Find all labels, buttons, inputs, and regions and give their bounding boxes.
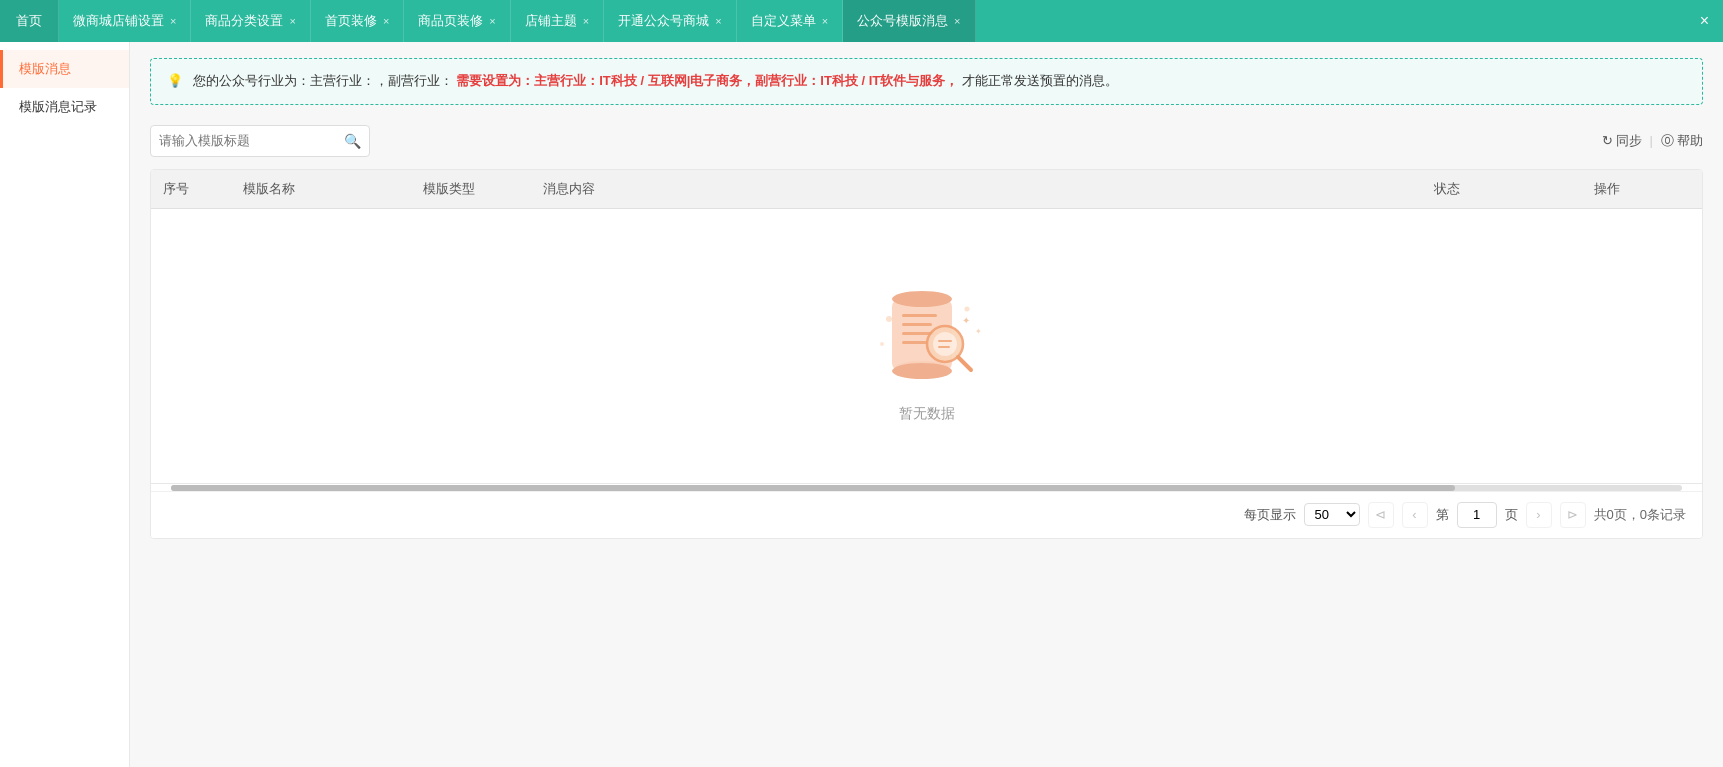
nav-tab-home-decor[interactable]: 首页装修 ×	[311, 0, 404, 42]
svg-text:✦: ✦	[975, 327, 982, 336]
search-input[interactable]	[159, 133, 344, 148]
search-icon[interactable]: 🔍	[344, 133, 361, 149]
sidebar: 模版消息 模版消息记录	[0, 42, 130, 767]
th-content: 消息内容	[531, 170, 1422, 208]
svg-rect-5	[902, 323, 932, 326]
close-theme-icon[interactable]: ×	[583, 15, 589, 27]
svg-point-15	[880, 342, 884, 346]
th-action: 操作	[1582, 170, 1702, 208]
svg-point-13	[886, 316, 892, 322]
th-index-label: 序号	[163, 181, 189, 196]
page-input[interactable]	[1457, 502, 1497, 528]
sidebar-item-template-msg-label: 模版消息	[19, 61, 71, 76]
svg-rect-7	[902, 341, 927, 344]
toolbar-right: ↻ 同步 | ⓪ 帮助	[1602, 132, 1703, 150]
scrollbar-thumb[interactable]	[171, 485, 1455, 491]
svg-point-3	[892, 363, 952, 379]
scrollbar-track[interactable]	[171, 485, 1682, 491]
table-header: 序号 模版名称 模版类型 消息内容 状态 操作	[151, 170, 1702, 209]
close-product-decor-icon[interactable]: ×	[489, 15, 495, 27]
close-all-icon: ×	[1700, 12, 1709, 30]
th-type-label: 模版类型	[423, 181, 475, 196]
th-content-label: 消息内容	[543, 181, 595, 196]
th-name-label: 模版名称	[243, 181, 295, 196]
nav-tab-product-decor[interactable]: 商品页装修 ×	[404, 0, 510, 42]
close-open-shop-icon[interactable]: ×	[715, 15, 721, 27]
first-page-button[interactable]: ⊲	[1368, 502, 1394, 528]
sidebar-item-template-msg-record[interactable]: 模版消息记录	[0, 88, 129, 126]
close-weshop-icon[interactable]: ×	[170, 15, 176, 27]
svg-point-2	[892, 291, 952, 307]
open-shop-tab-label: 开通公众号商城	[618, 12, 709, 30]
table-wrapper: 序号 模版名称 模版类型 消息内容 状态 操作	[150, 169, 1703, 539]
page-size-select[interactable]: 50 10 20 100	[1304, 503, 1360, 526]
svg-point-9	[933, 332, 957, 356]
close-template-msg-icon[interactable]: ×	[954, 15, 960, 27]
home-tab-label: 首页	[16, 12, 42, 30]
category-tab-label: 商品分类设置	[205, 12, 283, 30]
close-category-icon[interactable]: ×	[289, 15, 295, 27]
product-decor-tab-label: 商品页装修	[418, 12, 483, 30]
top-nav: 首页 微商城店铺设置 × 商品分类设置 × 首页装修 × 商品页装修 × 店铺主…	[0, 0, 1723, 42]
close-home-decor-icon[interactable]: ×	[383, 15, 389, 27]
toolbar-divider: |	[1650, 133, 1653, 148]
th-type: 模版类型	[411, 170, 531, 208]
nav-tab-open-shop[interactable]: 开通公众号商城 ×	[604, 0, 736, 42]
pagination: 每页显示 50 10 20 100 ⊲ ‹ 第 页 › ⊳ 共0页，0条记录	[151, 491, 1702, 538]
toolbar: 🔍 ↻ 同步 | ⓪ 帮助	[150, 125, 1703, 157]
nav-tab-category[interactable]: 商品分类设置 ×	[191, 0, 310, 42]
nav-tab-weshop[interactable]: 微商城店铺设置 ×	[59, 0, 191, 42]
theme-tab-label: 店铺主题	[525, 12, 577, 30]
notice-prefix-text: 您的公众号行业为：主营行业：，副营行业：	[193, 73, 453, 88]
nav-tab-custom-menu[interactable]: 自定义菜单 ×	[737, 0, 843, 42]
template-msg-tab-label: 公众号模版消息	[857, 12, 948, 30]
notice-suffix-text: 才能正常发送预置的消息。	[962, 73, 1118, 88]
th-status-label: 状态	[1434, 181, 1460, 196]
svg-line-10	[958, 357, 971, 370]
help-label: 帮助	[1677, 132, 1703, 150]
weshop-tab-label: 微商城店铺设置	[73, 12, 164, 30]
empty-illustration: ✦ ✦	[867, 269, 987, 389]
notice-box: 💡 您的公众号行业为：主营行业：，副营行业： 需要设置为：主营行业：IT科技 /…	[150, 58, 1703, 105]
page-size-label: 每页显示	[1244, 506, 1296, 524]
sync-button[interactable]: ↻ 同步	[1602, 132, 1642, 150]
help-icon: ⓪	[1661, 132, 1674, 150]
th-index: 序号	[151, 170, 231, 208]
sync-icon: ↻	[1602, 133, 1613, 148]
svg-text:✦: ✦	[962, 315, 970, 326]
empty-state: ✦ ✦ 暂无数据	[151, 209, 1702, 483]
content-area: 💡 您的公众号行业为：主营行业：，副营行业： 需要设置为：主营行业：IT科技 /…	[130, 42, 1723, 767]
custom-menu-tab-label: 自定义菜单	[751, 12, 816, 30]
prev-page-button[interactable]: ‹	[1402, 502, 1428, 528]
page-label: 第	[1436, 506, 1449, 524]
next-page-button[interactable]: ›	[1526, 502, 1552, 528]
sync-label: 同步	[1616, 132, 1642, 150]
notice-bulb-icon: 💡	[167, 73, 183, 88]
close-all-button[interactable]: ×	[1686, 0, 1723, 42]
help-button[interactable]: ⓪ 帮助	[1661, 132, 1703, 150]
notice-highlight-text: 需要设置为：主营行业：IT科技 / 互联网|电子商务，副营行业：IT科技 / I…	[456, 73, 958, 88]
search-wrapper: 🔍	[150, 125, 370, 157]
sidebar-item-template-msg[interactable]: 模版消息	[0, 50, 129, 88]
empty-text: 暂无数据	[899, 405, 955, 423]
sidebar-item-template-msg-record-label: 模版消息记录	[19, 99, 97, 114]
th-name: 模版名称	[231, 170, 411, 208]
svg-point-14	[964, 306, 969, 311]
close-custom-menu-icon[interactable]: ×	[822, 15, 828, 27]
page-total-label: 共0页，0条记录	[1594, 506, 1686, 524]
th-action-label: 操作	[1594, 181, 1620, 196]
nav-tab-home[interactable]: 首页	[0, 0, 59, 42]
last-page-button[interactable]: ⊳	[1560, 502, 1586, 528]
page-unit-label: 页	[1505, 506, 1518, 524]
scrollbar-area	[151, 483, 1702, 491]
svg-rect-4	[902, 314, 937, 317]
nav-tab-theme[interactable]: 店铺主题 ×	[511, 0, 604, 42]
nav-tab-template-msg[interactable]: 公众号模版消息 ×	[843, 0, 975, 42]
main-layout: 模版消息 模版消息记录 💡 您的公众号行业为：主营行业：，副营行业： 需要设置为…	[0, 42, 1723, 767]
home-decor-tab-label: 首页装修	[325, 12, 377, 30]
th-status: 状态	[1422, 170, 1582, 208]
